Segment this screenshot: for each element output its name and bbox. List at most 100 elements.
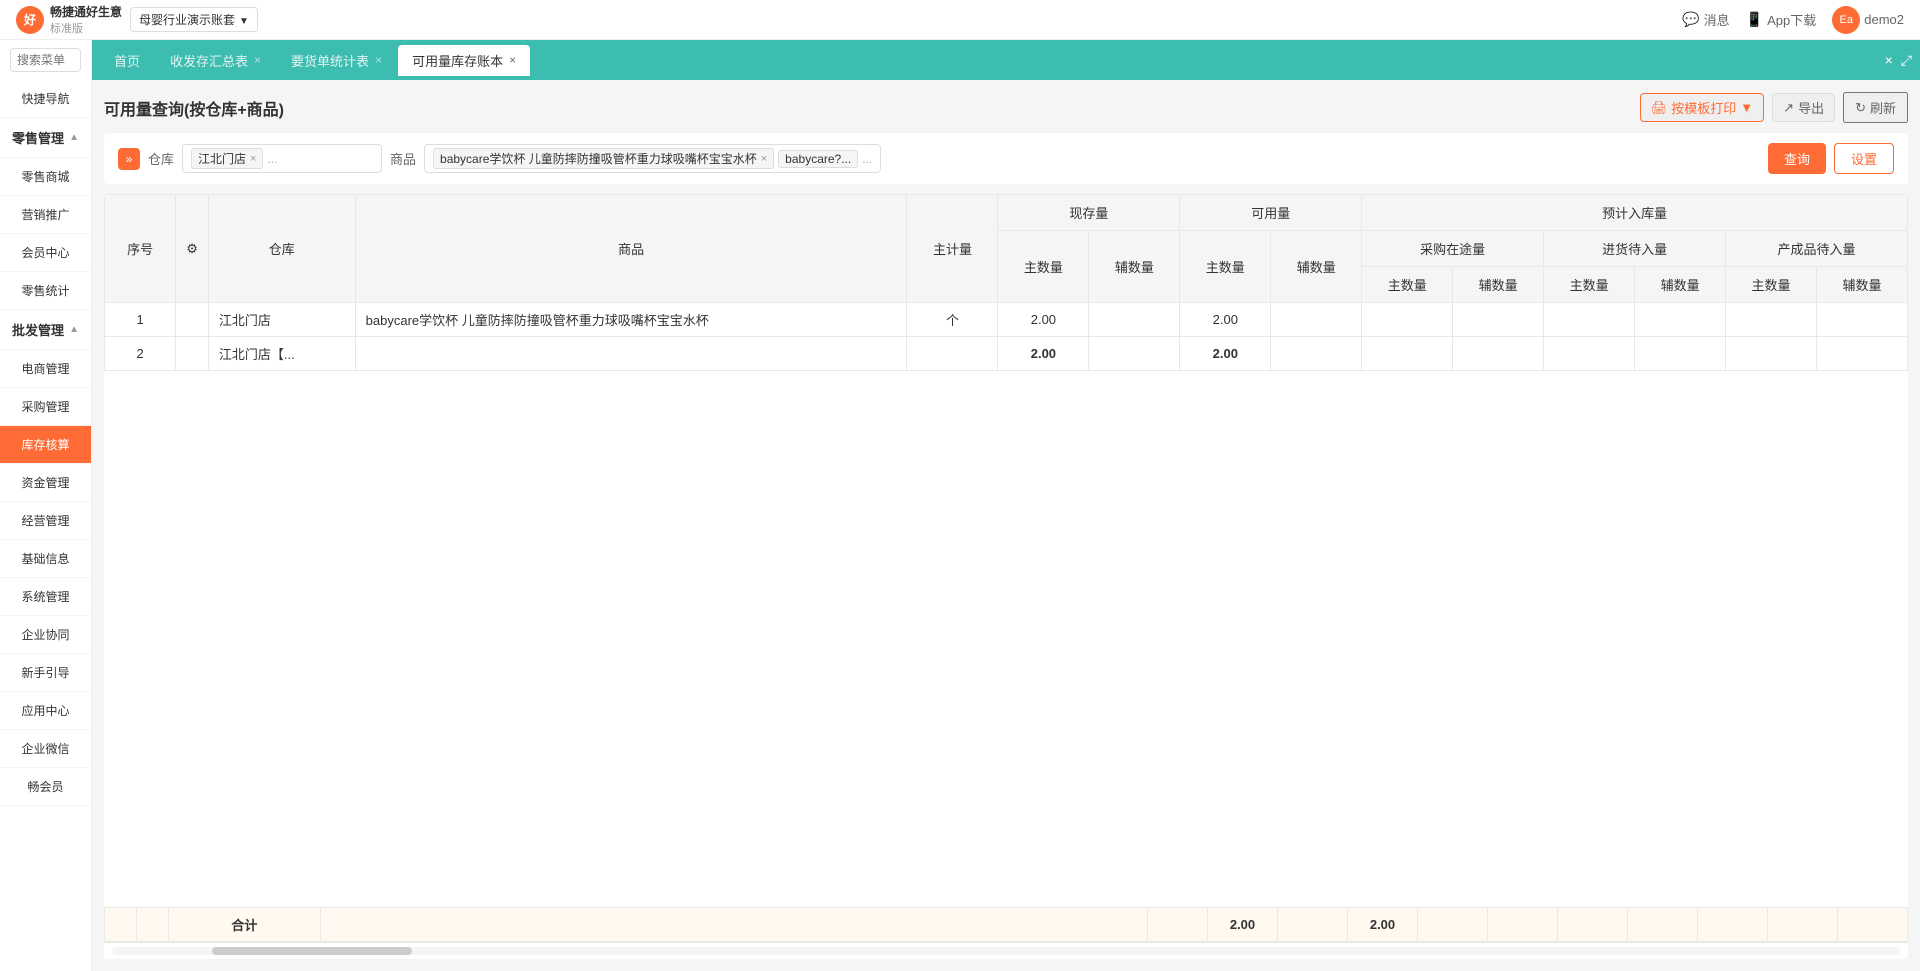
scroll-thumb[interactable]	[212, 947, 412, 955]
top-bar: 好 畅捷通好生意 标准版 母婴行业演示账套 消息 App下载 Ea demo2	[0, 0, 1920, 40]
app-center-label: 应用中心	[21, 704, 69, 718]
message-button[interactable]: 消息	[1682, 10, 1729, 29]
refresh-label: 刷新	[1870, 98, 1896, 117]
row2-pur-transit-main	[1362, 337, 1453, 371]
sidebar-item-畅会员[interactable]: 畅会员	[0, 768, 91, 806]
warehouse-tag-remove[interactable]: ×	[250, 153, 256, 165]
sidebar-item-sys-mgmt[interactable]: 系统管理	[0, 578, 91, 616]
app-download-button[interactable]: App下载	[1746, 10, 1817, 29]
sidebar-item-base-info[interactable]: 基础信息	[0, 540, 91, 578]
product-filter-label: 商品	[390, 149, 416, 168]
th-stock-main: 主数量	[998, 231, 1089, 303]
sidebar-item-quick-nav[interactable]: 快捷导航	[0, 80, 91, 118]
tab-expand-icon[interactable]: ⤢	[1901, 52, 1912, 69]
expand-icon	[126, 152, 133, 166]
sidebar-item-retail-stat[interactable]: 零售统计	[0, 272, 91, 310]
sidebar-item-retail-shop[interactable]: 零售商城	[0, 158, 91, 196]
tab-income-expense[interactable]: 收发存汇总表 ×	[156, 45, 275, 76]
avatar-text: Ea	[1840, 14, 1853, 26]
sidebar-item-marketing[interactable]: 营销推广	[0, 196, 91, 234]
row1-warehouse: 江北门店	[208, 303, 355, 337]
settings-icon	[186, 241, 198, 256]
scroll-track[interactable]	[112, 947, 1900, 955]
table-container: 序号 仓库 商品 主计量 现存量 可用量 预计入库量 主数	[104, 194, 1908, 959]
product-tag-1-remove[interactable]: ×	[761, 153, 767, 165]
th-warehouse: 仓库	[208, 195, 355, 303]
row1-settings	[176, 303, 209, 337]
settings-button[interactable]: 设置	[1834, 143, 1894, 174]
row2-product	[355, 337, 907, 371]
th-prod-pending-aux: 辅数量	[1817, 267, 1908, 303]
total-label: 合计	[169, 908, 321, 942]
sidebar-item-enterprise-wechat[interactable]: 企业微信	[0, 730, 91, 768]
search-input[interactable]	[10, 48, 81, 72]
th-avail-main: 主数量	[1180, 231, 1271, 303]
filter-area: 仓库 江北门店 × ... 商品 babycare学饮杯 儿童防摔防撞吸管杯重力…	[104, 133, 1908, 184]
row1-no: 1	[105, 303, 176, 337]
query-button[interactable]: 查询	[1768, 143, 1826, 174]
table-footer	[104, 942, 1908, 959]
product-tag-1: babycare学饮杯 儿童防摔防撞吸管杯重力球吸嘴杯宝宝水杯 ×	[433, 148, 774, 169]
sidebar-item-zero-retail[interactable]: 零售管理 ▲	[0, 118, 91, 158]
store-selector[interactable]: 母婴行业演示账套	[130, 7, 258, 32]
page-content: 可用量查询(按仓库+商品) 🖨 按模板打印 ▼ ↗ 导出 ↻ 刷新	[92, 80, 1920, 971]
export-button[interactable]: ↗ 导出	[1772, 93, 1835, 122]
row1-stock-main: 2.00	[998, 303, 1089, 337]
tab-income-expense-close[interactable]: ×	[254, 53, 261, 67]
th-avail-aux: 辅数量	[1271, 231, 1362, 303]
total-table: 合计 2.00 2.00	[104, 907, 1908, 942]
template-print-label: 按模板打印	[1671, 98, 1736, 117]
th-prod-pending: 产成品待入量	[1726, 231, 1908, 267]
sidebar-item-finance[interactable]: 资金管理	[0, 464, 91, 502]
user-name: demo2	[1864, 12, 1904, 27]
total-avail-main: 2.00	[1348, 908, 1418, 942]
user-menu[interactable]: Ea demo2	[1832, 6, 1904, 34]
expand-filter-button[interactable]	[118, 148, 140, 170]
sys-mgmt-label: 系统管理	[21, 590, 69, 604]
sidebar-item-app-center[interactable]: 应用中心	[0, 692, 91, 730]
sidebar-item-wholesale[interactable]: 批发管理 ▲	[0, 310, 91, 350]
row2-avail-aux	[1271, 337, 1362, 371]
zero-retail-label: 零售管理	[12, 128, 64, 147]
product-tag-2: babycare?...	[778, 150, 858, 168]
tab-home[interactable]: 首页	[100, 45, 154, 76]
top-bar-right: 消息 App下载 Ea demo2	[1682, 6, 1904, 34]
page-title: 可用量查询(按仓库+商品)	[104, 96, 284, 120]
table-row: 1 江北门店 babycare学饮杯 儿童防摔防撞吸管杯重力球吸嘴杯宝宝水杯 个…	[105, 303, 1908, 337]
sidebar-item-operation[interactable]: 经营管理	[0, 502, 91, 540]
tab-close-all-icon[interactable]: ×	[1885, 52, 1893, 68]
brand-sub: 标准版	[50, 20, 122, 36]
sidebar-item-ecommerce[interactable]: 电商管理	[0, 350, 91, 388]
brand-icon: 好	[16, 6, 44, 34]
refresh-icon: ↻	[1855, 100, 1866, 116]
refresh-button[interactable]: ↻ 刷新	[1843, 92, 1908, 123]
th-planned-inbound: 预计入库量	[1362, 195, 1908, 231]
sidebar: 快捷导航 零售管理 ▲ 零售商城 营销推广 会员中心 零售统计 批发管理 ▲ 电…	[0, 40, 92, 971]
warehouse-filter-label: 仓库	[148, 149, 174, 168]
sidebar-item-member[interactable]: 会员中心	[0, 234, 91, 272]
inventory-label: 库存核算	[21, 438, 69, 452]
sidebar-item-inventory[interactable]: 库存核算	[0, 426, 91, 464]
tab-available-stock[interactable]: 可用量库存账本 ×	[398, 45, 530, 76]
row2-stock-aux	[1089, 337, 1180, 371]
enterprise-label: 企业协同	[21, 628, 69, 642]
row2-warehouse: 江北门店【...	[208, 337, 355, 371]
th-settings[interactable]	[176, 195, 209, 303]
sidebar-item-enterprise[interactable]: 企业协同	[0, 616, 91, 654]
row1-prod-pending-main	[1726, 303, 1817, 337]
row1-unit: 个	[907, 303, 998, 337]
th-goods-recv-main: 主数量	[1544, 267, 1635, 303]
warehouse-filter-box[interactable]: 江北门店 × ...	[182, 144, 382, 173]
wholesale-arrow: ▲	[69, 324, 79, 335]
sidebar-item-new-guide[interactable]: 新手引导	[0, 654, 91, 692]
product-filter-box[interactable]: babycare学饮杯 儿童防摔防撞吸管杯重力球吸嘴杯宝宝水杯 × babyca…	[424, 144, 881, 173]
row1-product: babycare学饮杯 儿童防摔防撞吸管杯重力球吸嘴杯宝宝水杯	[355, 303, 907, 337]
tab-order-stat-close[interactable]: ×	[375, 53, 382, 67]
template-print-button[interactable]: 🖨 按模板打印 ▼	[1640, 93, 1764, 122]
th-main-unit: 主计量	[907, 195, 998, 303]
tab-order-stat[interactable]: 要货单统计表 ×	[277, 45, 396, 76]
row1-prod-pending-aux	[1817, 303, 1908, 337]
tab-available-stock-close[interactable]: ×	[509, 53, 516, 67]
sidebar-item-purchase[interactable]: 采购管理	[0, 388, 91, 426]
warehouse-ellipsis: ...	[267, 152, 277, 166]
